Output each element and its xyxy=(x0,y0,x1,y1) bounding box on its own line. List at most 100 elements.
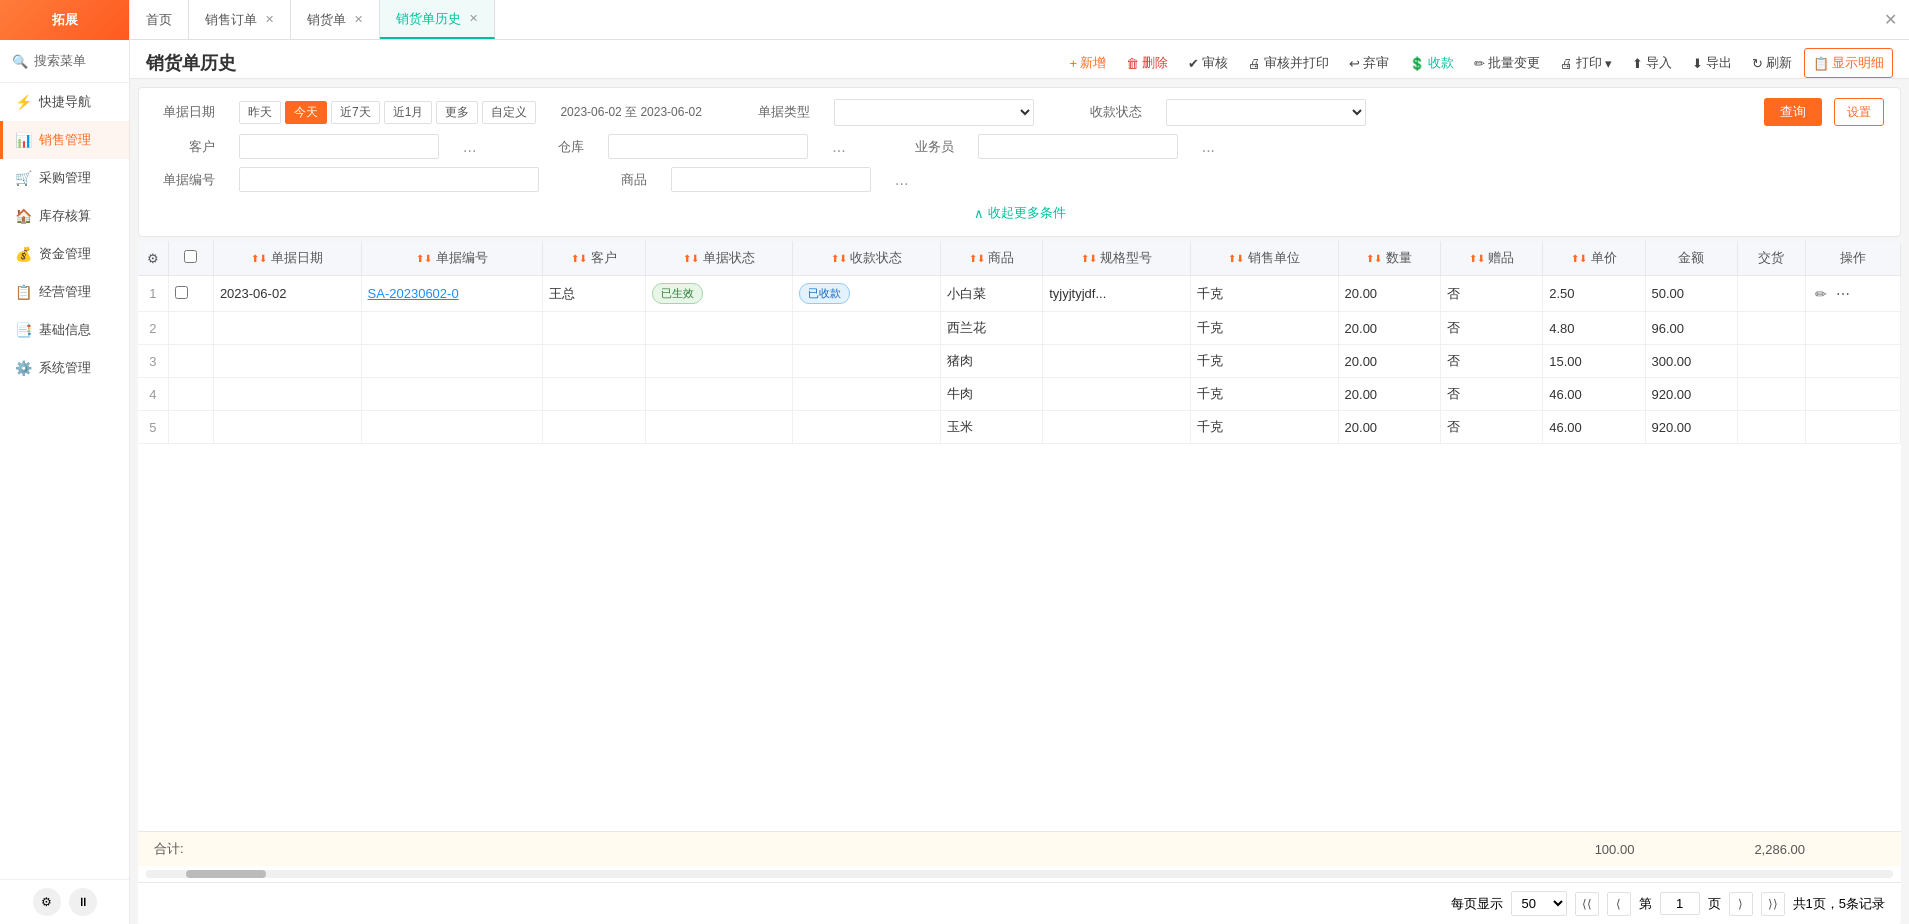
goods-dots[interactable]: ... xyxy=(895,171,908,189)
customer-input[interactable] xyxy=(239,134,439,159)
row-checkbox[interactable] xyxy=(175,286,188,299)
row-date xyxy=(213,312,361,345)
th-unit-price[interactable]: ⬆⬇ 单价 xyxy=(1543,241,1645,276)
more-row-icon[interactable]: ⋯ xyxy=(1836,286,1850,302)
next-page-button[interactable]: ⟩ xyxy=(1729,892,1753,916)
date-btn-7days[interactable]: 近7天 xyxy=(331,101,380,124)
search-menu-button[interactable]: 🔍 搜索菜单 xyxy=(8,48,121,74)
th-doc-no[interactable]: ⬆⬇ 单据编号 xyxy=(361,241,543,276)
collect-button[interactable]: 💲 收款 xyxy=(1401,49,1462,77)
show-details-button[interactable]: 📋 显示明细 xyxy=(1804,48,1893,78)
sort-icon-3: ⬆⬇ xyxy=(571,253,587,264)
th-transaction[interactable]: 交货 xyxy=(1737,241,1805,276)
row-unit: 千克 xyxy=(1190,312,1338,345)
tab-sales-delivery[interactable]: 销货单 ✕ xyxy=(291,0,380,39)
tab-sales-order[interactable]: 销售订单 ✕ xyxy=(189,0,291,39)
filter-row-3: 单据编号 商品 ... xyxy=(155,167,1884,192)
row-collect-status xyxy=(793,312,941,345)
row-gift: 否 xyxy=(1440,411,1542,444)
th-unit[interactable]: ⬆⬇ 销售单位 xyxy=(1190,241,1338,276)
tab-sales-history[interactable]: 销货单历史 ✕ xyxy=(380,0,495,39)
import-button[interactable]: ⬆ 导入 xyxy=(1624,49,1680,77)
date-btn-more[interactable]: 更多 xyxy=(436,101,478,124)
salesman-dots[interactable]: ... xyxy=(1202,138,1215,156)
row-index: 5 xyxy=(138,411,168,444)
print-icon: 🖨 xyxy=(1560,56,1573,71)
table-header: ⚙ ⬆⬇ 单据日期 ⬆⬇ 单据编号 ⬆⬇ 客户 ⬆⬇ 单据状态 ⬆⬇ 收款状态 … xyxy=(138,241,1901,276)
row-checkbox-cell xyxy=(168,276,213,312)
add-button[interactable]: + 新增 xyxy=(1061,49,1114,77)
doc-no-input[interactable] xyxy=(239,167,539,192)
row-doc-no xyxy=(361,378,543,411)
last-page-button[interactable]: ⟩⟩ xyxy=(1761,892,1785,916)
dollar-icon: 💲 xyxy=(1409,56,1425,71)
tab-sales-delivery-close[interactable]: ✕ xyxy=(354,13,363,26)
sidebar-item-sales-mgmt[interactable]: 📊 销售管理 xyxy=(0,121,129,159)
row-doc-status xyxy=(645,312,793,345)
delete-button[interactable]: 🗑 删除 xyxy=(1118,49,1176,77)
print-button[interactable]: 🖨 打印 ▾ xyxy=(1552,49,1620,77)
sidebar-item-finance-mgmt[interactable]: 💰 资金管理 xyxy=(0,235,129,273)
batch-change-button[interactable]: ✏ 批量变更 xyxy=(1466,49,1548,77)
horizontal-scrollbar[interactable] xyxy=(146,870,1893,878)
salesman-input[interactable] xyxy=(978,134,1178,159)
tab-sales-order-close[interactable]: ✕ xyxy=(265,13,274,26)
tab-sales-history-close[interactable]: ✕ xyxy=(469,12,478,25)
date-btn-custom[interactable]: 自定义 xyxy=(482,101,536,124)
th-doc-status[interactable]: ⬆⬇ 单据状态 xyxy=(645,241,793,276)
sidebar-item-inventory[interactable]: 🏠 库存核算 xyxy=(0,197,129,235)
th-collect-status[interactable]: ⬆⬇ 收款状态 xyxy=(793,241,941,276)
th-date[interactable]: ⬆⬇ 单据日期 xyxy=(213,241,361,276)
th-customer[interactable]: ⬆⬇ 客户 xyxy=(543,241,645,276)
date-btn-1month[interactable]: 近1月 xyxy=(384,101,433,124)
sidebar-item-purchase-mgmt[interactable]: 🛒 采购管理 xyxy=(0,159,129,197)
abandon-button[interactable]: ↩ 弃审 xyxy=(1341,49,1397,77)
audit-button[interactable]: ✔ 审核 xyxy=(1180,49,1236,77)
tab-home[interactable]: 首页 xyxy=(130,0,189,39)
th-goods[interactable]: ⬆⬇ 商品 xyxy=(940,241,1042,276)
export-button[interactable]: ⬇ 导出 xyxy=(1684,49,1740,77)
sidebar-item-quick-nav[interactable]: ⚡ 快捷导航 xyxy=(0,83,129,121)
sidebar-item-sys-mgmt[interactable]: ⚙️ 系统管理 xyxy=(0,349,129,387)
first-page-button[interactable]: ⟨⟨ xyxy=(1575,892,1599,916)
warehouse-input[interactable] xyxy=(608,134,808,159)
collect-status-badge: 已收款 xyxy=(799,283,850,304)
goods-input[interactable] xyxy=(671,167,871,192)
sort-icon-4: ⬆⬇ xyxy=(683,253,699,264)
row-unit-price: 15.00 xyxy=(1543,345,1645,378)
th-spec[interactable]: ⬆⬇ 规格型号 xyxy=(1043,241,1191,276)
sidebar-pause-icon-btn[interactable]: ⏸ xyxy=(69,888,97,916)
audit-print-button[interactable]: 🖨 审核并打印 xyxy=(1240,49,1337,77)
doc-type-select[interactable] xyxy=(834,99,1034,126)
warehouse-dots[interactable]: ... xyxy=(832,138,845,156)
row-actions xyxy=(1805,345,1900,378)
sidebar-item-ops-mgmt[interactable]: 📋 经营管理 xyxy=(0,273,129,311)
query-button[interactable]: 查询 xyxy=(1764,98,1822,126)
filter-panel: 单据日期 昨天 今天 近7天 近1月 更多 自定义 2023-06-02 至 2… xyxy=(138,87,1901,237)
close-window-button[interactable]: ✕ xyxy=(1872,10,1909,29)
collapse-button[interactable]: ∧ 收起更多条件 xyxy=(155,200,1884,226)
scrollbar-thumb[interactable] xyxy=(186,870,266,878)
date-btn-today[interactable]: 今天 xyxy=(285,101,327,124)
th-amount[interactable]: 金额 xyxy=(1645,241,1737,276)
page-size-select[interactable]: 50 100 200 xyxy=(1511,891,1567,916)
th-checkbox[interactable] xyxy=(168,241,213,276)
collect-status-select[interactable] xyxy=(1166,99,1366,126)
sidebar-item-basic-info[interactable]: 📑 基础信息 xyxy=(0,311,129,349)
edit-row-icon[interactable]: ✏ xyxy=(1815,286,1827,302)
th-gift[interactable]: ⬆⬇ 赠品 xyxy=(1440,241,1542,276)
collapse-arrow-icon: ∧ xyxy=(974,206,984,221)
th-settings[interactable]: ⚙ xyxy=(138,241,168,276)
settings-button[interactable]: 设置 xyxy=(1834,98,1884,126)
refresh-button[interactable]: ↻ 刷新 xyxy=(1744,49,1800,77)
doc-no-link[interactable]: SA-20230602-0 xyxy=(368,286,459,301)
table-scroll-area[interactable]: ⚙ ⬆⬇ 单据日期 ⬆⬇ 单据编号 ⬆⬇ 客户 ⬆⬇ 单据状态 ⬆⬇ 收款状态 … xyxy=(138,241,1901,831)
select-all-checkbox[interactable] xyxy=(184,250,197,263)
sidebar-settings-icon-btn[interactable]: ⚙ xyxy=(33,888,61,916)
customer-dots[interactable]: ... xyxy=(463,138,476,156)
date-btn-yesterday[interactable]: 昨天 xyxy=(239,101,281,124)
doc-icon: 📑 xyxy=(15,322,31,338)
th-qty[interactable]: ⬆⬇ 数量 xyxy=(1338,241,1440,276)
prev-page-button[interactable]: ⟨ xyxy=(1607,892,1631,916)
page-number-input[interactable] xyxy=(1660,892,1700,915)
